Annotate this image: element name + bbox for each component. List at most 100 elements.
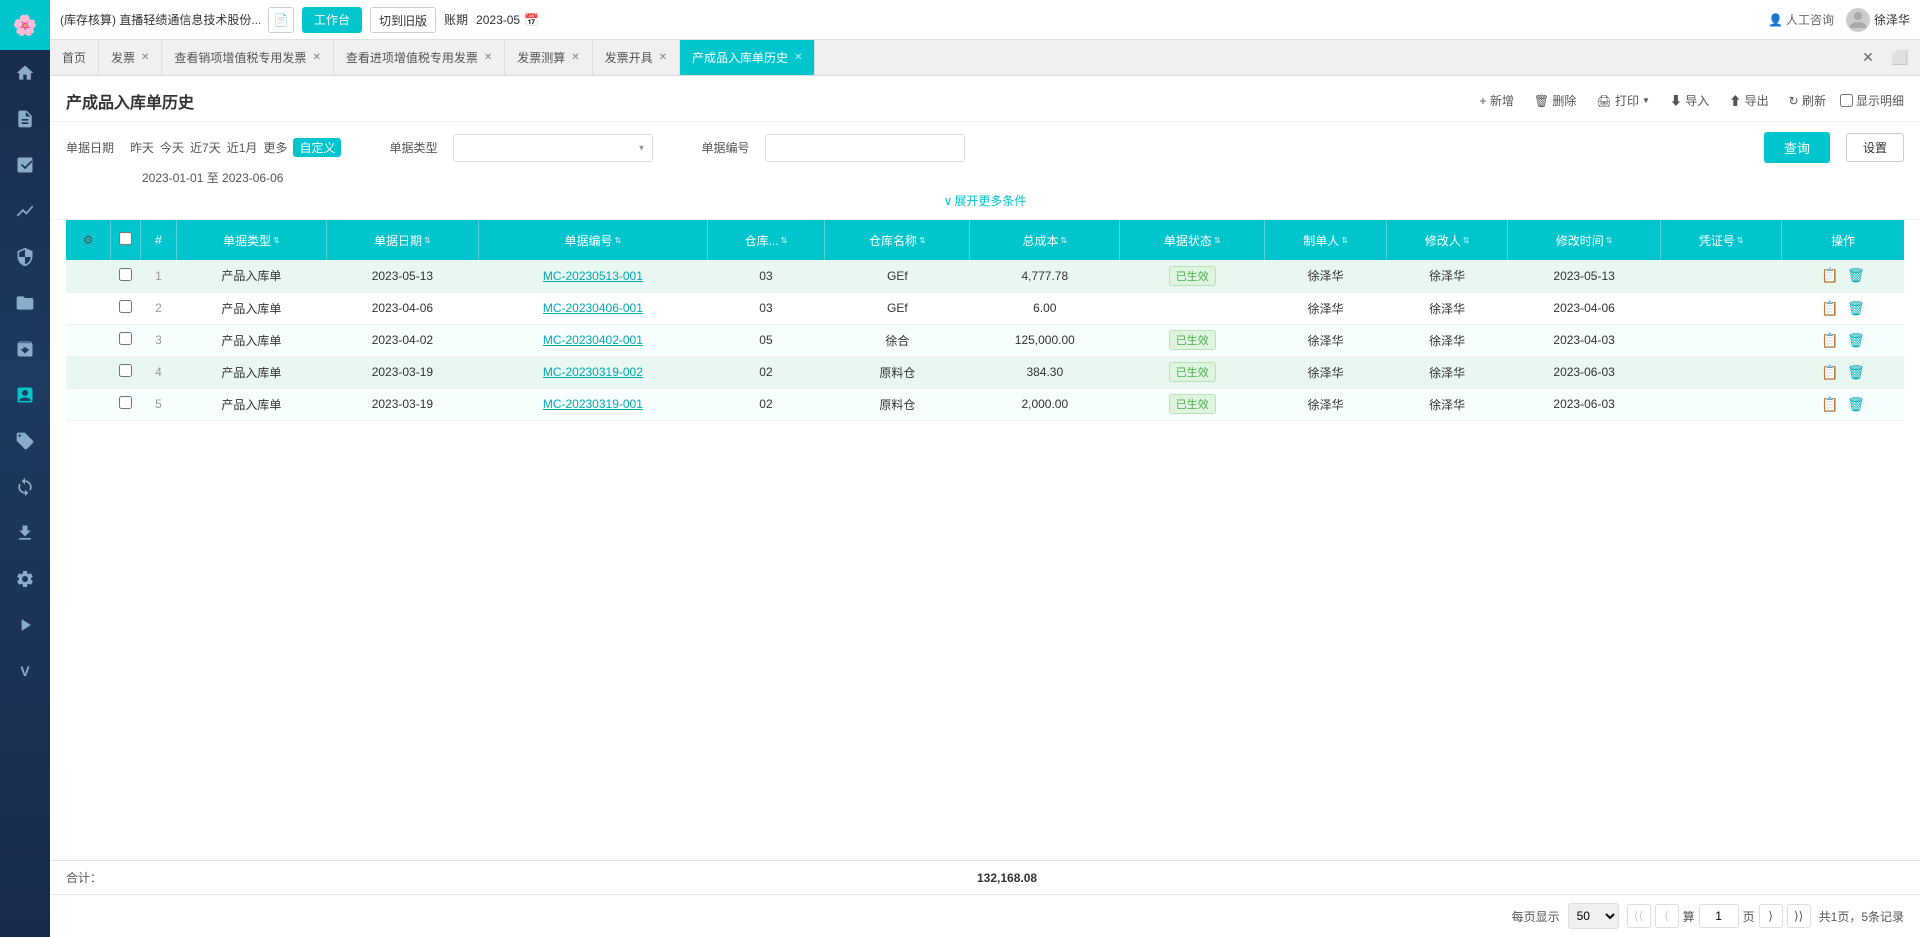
- expand-filter-button[interactable]: ∨ 展开更多条件: [944, 192, 1027, 209]
- app-logo[interactable]: 🌸: [0, 0, 50, 50]
- row-delete-icon[interactable]: 🗑: [1846, 362, 1866, 382]
- select-all-checkbox[interactable]: [119, 232, 132, 245]
- user-info[interactable]: 徐泽华: [1846, 8, 1910, 32]
- tab-invoice-calc[interactable]: 发票测算 ✕: [505, 40, 592, 76]
- number-filter-input[interactable]: [765, 134, 965, 162]
- th-warehouse-code[interactable]: 仓库...⇅: [707, 220, 825, 260]
- page-prev-button[interactable]: ⟨: [1655, 904, 1679, 928]
- shortcut-today[interactable]: 今天: [160, 139, 184, 156]
- row-delete-icon[interactable]: 🗑: [1846, 266, 1866, 286]
- print-button[interactable]: 🖨 打印 ▼: [1590, 88, 1656, 113]
- sidebar-item-home[interactable]: [0, 50, 50, 96]
- page-input[interactable]: [1699, 904, 1739, 928]
- row-delete-icon[interactable]: 🗑: [1846, 330, 1866, 350]
- row-edit-icon[interactable]: 📋: [1820, 362, 1840, 382]
- th-warehouse-name[interactable]: 仓库名称⇅: [825, 220, 970, 260]
- sidebar-item-security[interactable]: [0, 234, 50, 280]
- sidebar-item-inventory[interactable]: [0, 372, 50, 418]
- th-settings[interactable]: ⚙: [66, 220, 111, 260]
- th-voucher[interactable]: 凭证号⇅: [1660, 220, 1782, 260]
- per-page-select[interactable]: 50 100 200: [1568, 903, 1619, 929]
- refresh-button[interactable]: ↻ 刷新: [1783, 88, 1832, 113]
- type-filter-select[interactable]: [453, 134, 653, 162]
- row-code[interactable]: MC-20230402-001: [479, 324, 708, 356]
- row-checkbox[interactable]: [119, 332, 132, 345]
- delete-button[interactable]: 🗑 删除: [1528, 88, 1583, 113]
- row-checkbox-cell[interactable]: [111, 388, 141, 420]
- tab-close-all[interactable]: ✕: [1856, 46, 1880, 70]
- row-edit-icon[interactable]: 📋: [1820, 330, 1840, 350]
- tab-invoice-issue[interactable]: 发票开具 ✕: [593, 40, 680, 76]
- th-checkbox[interactable]: [111, 220, 141, 260]
- show-detail-checkbox[interactable]: 显示明细: [1840, 92, 1904, 109]
- tab-invoice-calc-close[interactable]: ✕: [571, 52, 579, 63]
- th-status[interactable]: 单据状态⇅: [1120, 220, 1265, 260]
- sidebar-item-settings[interactable]: [0, 556, 50, 602]
- sidebar-item-sync[interactable]: [0, 464, 50, 510]
- row-edit-icon[interactable]: 📋: [1820, 298, 1840, 318]
- tab-invoice[interactable]: 发票 ✕: [99, 40, 162, 76]
- row-checkbox[interactable]: [119, 364, 132, 377]
- support-button[interactable]: 👤 人工咨询: [1768, 11, 1834, 28]
- sidebar-item-reports[interactable]: [0, 142, 50, 188]
- sidebar-item-analysis[interactable]: [0, 188, 50, 234]
- tab-invoice-close[interactable]: ✕: [141, 52, 149, 63]
- row-checkbox-cell[interactable]: [111, 356, 141, 388]
- shortcut-yesterday[interactable]: 昨天: [130, 139, 154, 156]
- tab-product-history[interactable]: 产成品入库单历史 ✕: [680, 40, 815, 76]
- column-settings-icon[interactable]: ⚙: [74, 226, 102, 254]
- row-delete-icon[interactable]: 🗑: [1846, 394, 1866, 414]
- row-delete-icon[interactable]: 🗑: [1846, 298, 1866, 318]
- row-edit-icon[interactable]: 📋: [1820, 394, 1840, 414]
- page-first-button[interactable]: ⟨⟨: [1627, 904, 1651, 928]
- th-code[interactable]: 单据编号⇅: [479, 220, 708, 260]
- export-button[interactable]: ⬆ 导出: [1723, 88, 1774, 113]
- th-date[interactable]: 单据日期⇅: [326, 220, 478, 260]
- set-button[interactable]: 设置: [1846, 133, 1904, 162]
- row-checkbox-cell[interactable]: [111, 260, 141, 292]
- th-modifier[interactable]: 修改人⇅: [1386, 220, 1508, 260]
- sidebar-item-archive[interactable]: [0, 326, 50, 372]
- sidebar-item-documents[interactable]: [0, 96, 50, 142]
- tab-purchase-invoice[interactable]: 查看进项增值税专用发票 ✕: [334, 40, 505, 76]
- doc-icon[interactable]: 📄: [268, 7, 294, 33]
- row-checkbox-cell[interactable]: [111, 292, 141, 324]
- shortcut-custom[interactable]: 自定义: [293, 138, 341, 157]
- sidebar-item-files[interactable]: [0, 280, 50, 326]
- row-checkbox[interactable]: [119, 268, 132, 281]
- tab-maximize[interactable]: ⬜: [1888, 46, 1912, 70]
- sidebar-item-tags[interactable]: [0, 418, 50, 464]
- tab-home[interactable]: 首页: [50, 40, 99, 76]
- tab-product-history-close[interactable]: ✕: [794, 52, 802, 63]
- period-value[interactable]: 2023-05 📅: [476, 13, 539, 27]
- row-code[interactable]: MC-20230513-001: [479, 260, 708, 292]
- tab-sales-invoice-close[interactable]: ✕: [312, 52, 320, 63]
- import-button[interactable]: ⬇ 导入: [1664, 88, 1715, 113]
- switch-version-button[interactable]: 切到旧版: [370, 7, 436, 33]
- row-edit-icon[interactable]: 📋: [1820, 266, 1840, 286]
- row-code[interactable]: MC-20230319-002: [479, 356, 708, 388]
- row-code[interactable]: MC-20230406-001: [479, 292, 708, 324]
- page-next-button[interactable]: ⟩: [1759, 904, 1783, 928]
- sidebar-item-download[interactable]: [0, 510, 50, 556]
- th-total-cost[interactable]: 总成本⇅: [970, 220, 1120, 260]
- tab-invoice-issue-close[interactable]: ✕: [659, 52, 667, 63]
- row-checkbox[interactable]: [119, 300, 132, 313]
- shortcut-7days[interactable]: 近7天: [190, 139, 221, 156]
- row-checkbox[interactable]: [119, 396, 132, 409]
- tab-purchase-invoice-close[interactable]: ✕: [484, 52, 492, 63]
- sidebar-item-version[interactable]: V: [0, 648, 50, 694]
- query-button[interactable]: 查询: [1764, 132, 1830, 163]
- shortcut-1month[interactable]: 近1月: [227, 139, 258, 156]
- row-checkbox-cell[interactable]: [111, 324, 141, 356]
- sidebar-item-play[interactable]: [0, 602, 50, 648]
- th-type[interactable]: 单据类型⇅: [177, 220, 327, 260]
- workbench-button[interactable]: 工作台: [302, 7, 362, 33]
- tab-sales-invoice[interactable]: 查看销项增值税专用发票 ✕: [162, 40, 333, 76]
- th-modify-time[interactable]: 修改时间⇅: [1508, 220, 1660, 260]
- shortcut-more[interactable]: 更多: [263, 139, 287, 156]
- new-button[interactable]: + 新增: [1473, 88, 1519, 113]
- th-creator[interactable]: 制单人⇅: [1265, 220, 1387, 260]
- row-code[interactable]: MC-20230319-001: [479, 388, 708, 420]
- page-last-button[interactable]: ⟩⟩: [1787, 904, 1811, 928]
